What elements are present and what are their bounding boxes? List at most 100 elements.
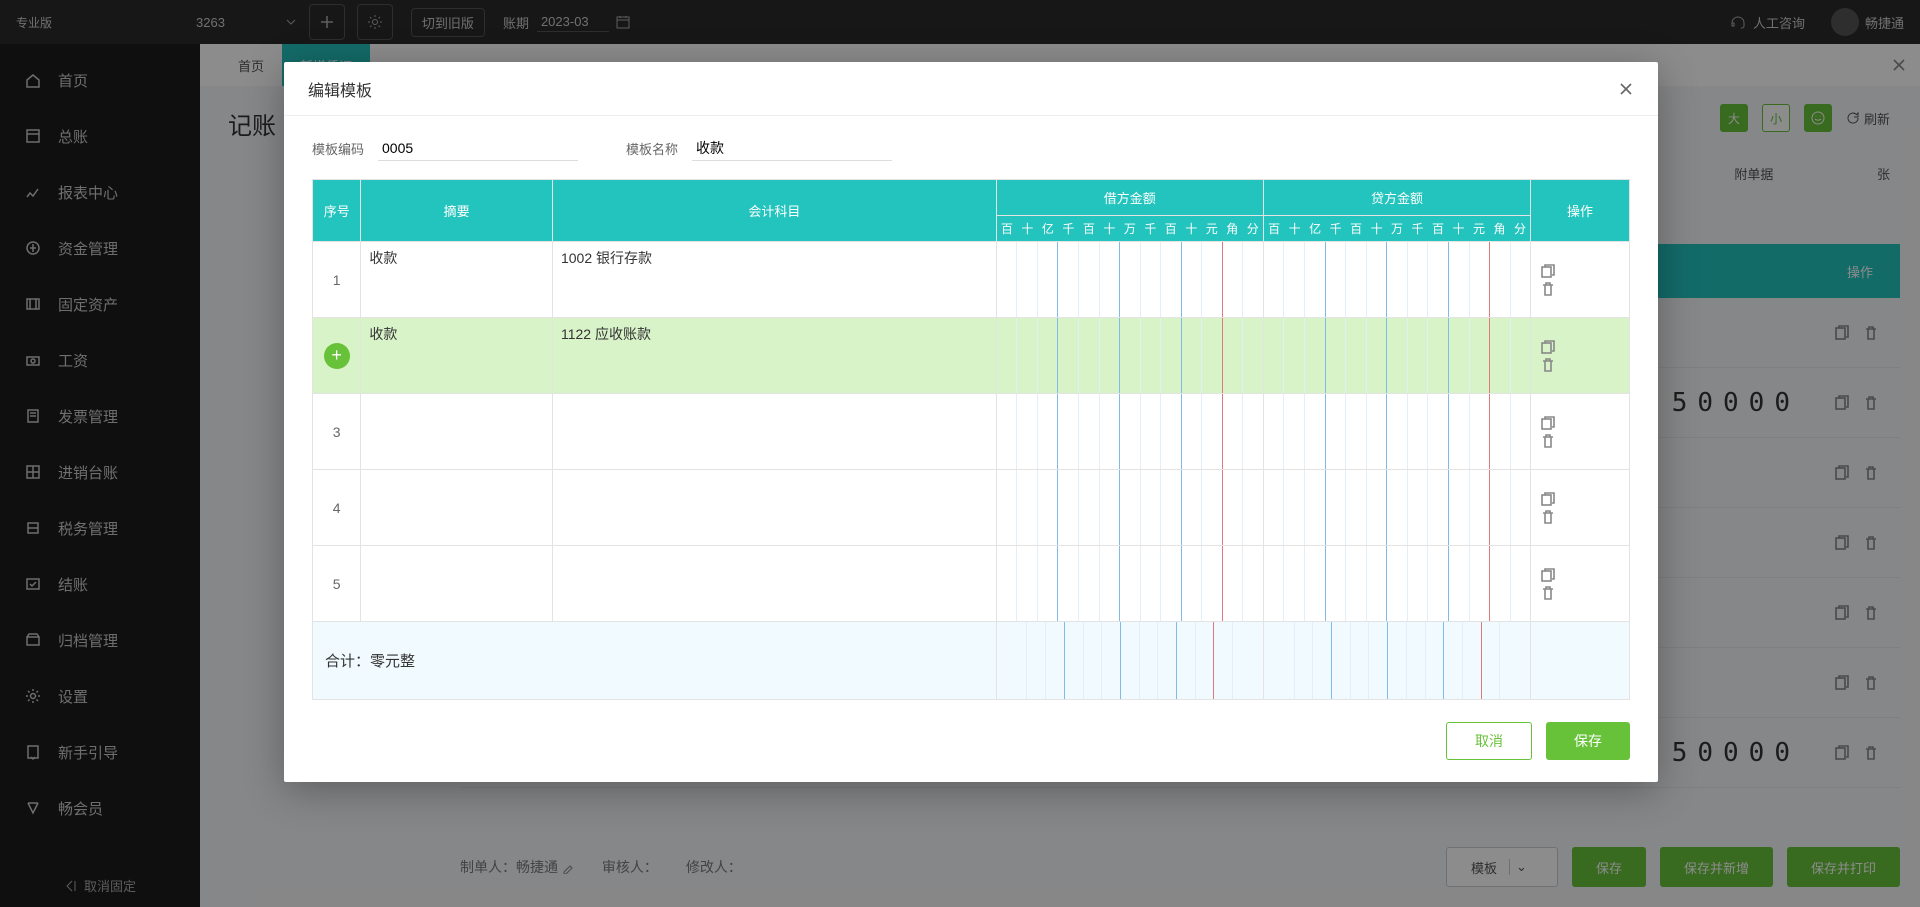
trash-icon[interactable]	[1539, 508, 1557, 526]
unit-header: 百	[1264, 220, 1284, 237]
account-text: 1122 应收账款	[561, 326, 651, 342]
row-op	[1531, 546, 1630, 622]
total-credit	[1263, 622, 1530, 700]
unit-header: 元	[1469, 220, 1489, 237]
trash-icon[interactable]	[1539, 280, 1557, 298]
unit-header: 十	[1181, 220, 1201, 237]
th-credit-units: 百十亿千百十万千百十元角分	[1263, 216, 1530, 242]
copy-icon[interactable]	[1539, 262, 1557, 280]
abstract-text: 收款	[369, 326, 397, 342]
credit-cell[interactable]	[1263, 394, 1530, 470]
template-table: 序号 摘要 会计科目 借方金额 贷方金额 操作 百十亿千百十万千百十元角分 百十…	[312, 179, 1630, 700]
unit-header: 分	[1510, 220, 1530, 237]
th-index: 序号	[313, 180, 361, 242]
template-name-label: 模板名称	[626, 139, 678, 158]
th-debit: 借方金额	[996, 180, 1263, 216]
credit-cell[interactable]	[1263, 242, 1530, 318]
debit-cell[interactable]	[996, 242, 1263, 318]
abstract-cell[interactable]	[361, 394, 553, 470]
modal-form: 模板编码 模板名称	[312, 136, 1630, 161]
unit-header: 十	[1017, 220, 1037, 237]
template-name-input[interactable]	[692, 136, 892, 161]
th-account: 会计科目	[552, 180, 996, 242]
template-row[interactable]: 5	[313, 546, 1630, 622]
row-index: +	[313, 318, 361, 394]
unit-header: 千	[1407, 220, 1427, 237]
total-text: 零元整	[370, 653, 415, 670]
unit-header: 十	[1448, 220, 1468, 237]
unit-header: 分	[1243, 220, 1263, 237]
row-index: 4	[313, 470, 361, 546]
th-debit-units: 百十亿千百十万千百十元角分	[996, 216, 1263, 242]
cancel-button[interactable]: 取消	[1446, 722, 1532, 760]
abstract-text: 收款	[369, 250, 397, 266]
row-index: 1	[313, 242, 361, 318]
template-row[interactable]: 4	[313, 470, 1630, 546]
th-op: 操作	[1531, 180, 1630, 242]
abstract-cell[interactable]: 收款	[361, 242, 553, 318]
trash-icon[interactable]	[1539, 584, 1557, 602]
account-cell[interactable]	[552, 546, 996, 622]
unit-header: 亿	[1038, 220, 1058, 237]
account-cell[interactable]: 1122 应收账款	[552, 318, 996, 394]
unit-header: 千	[1058, 220, 1078, 237]
copy-icon[interactable]	[1539, 566, 1557, 584]
copy-icon[interactable]	[1539, 490, 1557, 508]
unit-header: 百	[1346, 220, 1366, 237]
total-cell: 合计：零元整	[313, 622, 997, 700]
total-op	[1531, 622, 1630, 700]
template-row[interactable]: 3	[313, 394, 1630, 470]
account-cell[interactable]	[552, 470, 996, 546]
unit-header: 千	[1325, 220, 1345, 237]
unit-header: 百	[1161, 220, 1181, 237]
row-op	[1531, 394, 1630, 470]
debit-cell[interactable]	[996, 470, 1263, 546]
th-credit: 贷方金额	[1263, 180, 1530, 216]
template-code-label: 模板编码	[312, 139, 364, 158]
unit-header: 十	[1284, 220, 1304, 237]
unit-header: 万	[1120, 220, 1140, 237]
row-op	[1531, 470, 1630, 546]
unit-header: 千	[1140, 220, 1160, 237]
unit-header: 角	[1222, 220, 1242, 237]
debit-cell[interactable]	[996, 394, 1263, 470]
credit-cell[interactable]	[1263, 546, 1530, 622]
credit-cell[interactable]	[1263, 470, 1530, 546]
total-debit	[996, 622, 1263, 700]
modal-footer: 取消 保存	[284, 712, 1658, 782]
modal-header: 编辑模板	[284, 62, 1658, 116]
unit-header: 角	[1489, 220, 1509, 237]
trash-icon[interactable]	[1539, 356, 1557, 374]
unit-header: 百	[1079, 220, 1099, 237]
abstract-cell[interactable]	[361, 546, 553, 622]
debit-cell[interactable]	[996, 546, 1263, 622]
credit-cell[interactable]	[1263, 318, 1530, 394]
row-index: 3	[313, 394, 361, 470]
add-row-button[interactable]: +	[324, 343, 350, 369]
trash-icon[interactable]	[1539, 432, 1557, 450]
edit-template-modal: 编辑模板 模板编码 模板名称 序号 摘要	[284, 62, 1658, 782]
unit-header: 十	[1099, 220, 1119, 237]
unit-header: 百	[997, 220, 1017, 237]
debit-cell[interactable]	[996, 318, 1263, 394]
template-row[interactable]: + 收款 1122 应收账款	[313, 318, 1630, 394]
abstract-cell[interactable]: 收款	[361, 318, 553, 394]
close-icon	[1618, 81, 1634, 97]
modal-save-button[interactable]: 保存	[1546, 722, 1630, 760]
total-label: 合计：	[325, 653, 370, 670]
modal-close-button[interactable]	[1618, 81, 1634, 97]
abstract-cell[interactable]	[361, 470, 553, 546]
template-code-input[interactable]	[378, 136, 578, 161]
copy-icon[interactable]	[1539, 338, 1557, 356]
row-index: 5	[313, 546, 361, 622]
copy-icon[interactable]	[1539, 414, 1557, 432]
template-row[interactable]: 1 收款 1002 银行存款	[313, 242, 1630, 318]
unit-header: 万	[1387, 220, 1407, 237]
row-op	[1531, 242, 1630, 318]
account-cell[interactable]: 1002 银行存款	[552, 242, 996, 318]
account-text: 1002 银行存款	[561, 250, 652, 266]
account-cell[interactable]	[552, 394, 996, 470]
modal-title: 编辑模板	[308, 77, 372, 101]
unit-header: 亿	[1305, 220, 1325, 237]
th-abstract: 摘要	[361, 180, 553, 242]
